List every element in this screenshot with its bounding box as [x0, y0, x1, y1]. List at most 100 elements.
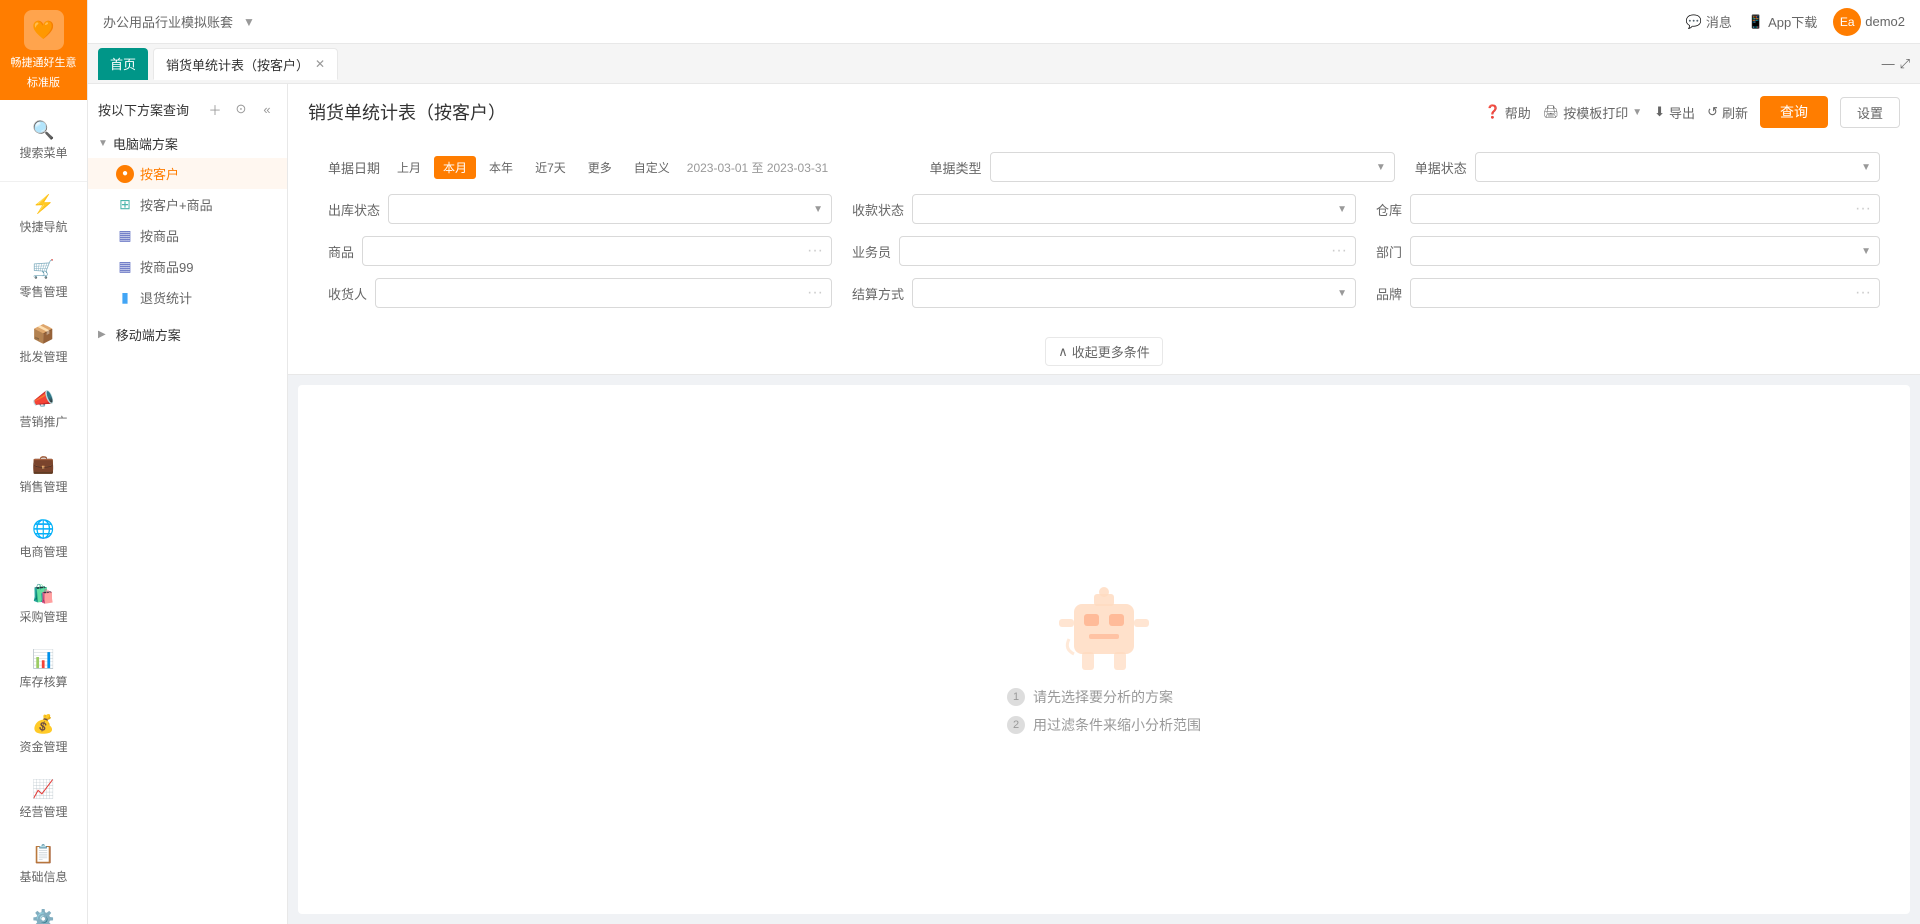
tab-minimize-button[interactable]: — — [1882, 56, 1895, 71]
receipt-status-input[interactable]: ▼ — [912, 194, 1356, 224]
staff-input[interactable]: ··· — [899, 236, 1356, 266]
doc-status-input[interactable]: ▼ — [1475, 152, 1880, 182]
date-tab-7days[interactable]: 近7天 — [526, 156, 575, 179]
date-tab-more[interactable]: 更多 — [579, 156, 621, 179]
receipt-status-filter-field: 收款状态 ▼ — [852, 194, 1356, 224]
app-subtitle: 标准版 — [27, 74, 60, 90]
receiver-input[interactable]: ··· — [375, 278, 832, 308]
doc-type-filter-field: 单据类型 ▼ — [930, 152, 1395, 182]
app-download-label: App下载 — [1768, 12, 1817, 31]
dept-input[interactable]: ▼ — [1410, 236, 1880, 266]
sidebar-item-wholesale[interactable]: 📦 批发管理 — [0, 312, 87, 377]
staff-ellipsis-icon: ··· — [1331, 242, 1347, 260]
sidebar-item-system[interactable]: ⚙️ 系统管理 — [0, 897, 87, 924]
finance-icon: 💰 — [32, 714, 54, 735]
help-label: 帮助 — [1505, 103, 1531, 122]
scheme-item-by-goods[interactable]: ▦ 按商品 — [88, 220, 287, 251]
add-scheme-button[interactable]: ＋ — [205, 99, 225, 119]
date-filter: 上月 本月 本年 近7天 更多 自定义 2023-03-01 至 2023-03… — [388, 156, 910, 179]
scheme-panel-title: 按以下方案查询 — [98, 100, 189, 119]
sidebar-label-operation: 经营管理 — [19, 803, 67, 820]
edit-scheme-button[interactable]: ⊙ — [231, 99, 251, 119]
goods-label: 商品 — [328, 242, 354, 261]
empty-tip-1: 1 请先选择要分析的方案 — [1007, 687, 1201, 707]
report-header: 销货单统计表（按客户） ❓ 帮助 🖨 按模板打印 ▼ ⬇ — [288, 84, 1920, 375]
out-status-input[interactable]: ▼ — [388, 194, 832, 224]
sidebar-label-inventory: 库存核算 — [19, 673, 67, 690]
settings-button[interactable]: 设置 — [1840, 97, 1900, 128]
tab-maximize-button[interactable]: ⤢ — [1900, 56, 1910, 72]
tab-home[interactable]: 首页 — [98, 48, 148, 80]
goods-filter-field: 商品 ··· — [328, 236, 832, 266]
inventory-icon: 📊 — [32, 649, 54, 670]
operation-icon: 📈 — [32, 779, 54, 800]
template-print-button[interactable]: 🖨 按模板打印 ▼ — [1543, 103, 1642, 122]
empty-state: 1 请先选择要分析的方案 2 用过滤条件来缩小分析范围 — [298, 385, 1910, 914]
receiver-ellipsis-icon: ··· — [807, 284, 823, 302]
user-area[interactable]: Ea demo2 — [1833, 8, 1905, 36]
scheme-item-return-stat[interactable]: ▮ 退货统计 — [88, 282, 287, 313]
query-button[interactable]: 查询 — [1760, 96, 1828, 128]
sidebar-item-search[interactable]: 🔍 搜索菜单 — [5, 108, 82, 173]
topbar: 办公用品行业模拟账套 ▼ 💬 消息 📱 App下载 Ea demo2 — [88, 0, 1920, 44]
date-tab-custom[interactable]: 自定义 — [625, 156, 679, 179]
scheme-item-by-customer[interactable]: ● 按客户 — [88, 158, 287, 189]
breadcrumb-arrow-icon: ▼ — [243, 15, 255, 29]
warehouse-ellipsis-icon: ··· — [1855, 200, 1871, 218]
staff-filter-field: 业务员 ··· — [852, 236, 1356, 266]
tab-close-icon[interactable]: ✕ — [315, 57, 325, 71]
date-label: 单据日期 — [328, 158, 380, 177]
sidebar-item-operation[interactable]: 📈 经营管理 — [0, 767, 87, 832]
mobile-group-header[interactable]: ▶ 移动端方案 — [98, 320, 277, 349]
sidebar-label-shortcut: 快捷导航 — [19, 218, 67, 235]
date-tab-last-month[interactable]: 上月 — [388, 156, 430, 179]
sidebar-item-inventory[interactable]: 📊 库存核算 — [0, 637, 87, 702]
scheme-item-customer-goods[interactable]: ⊞ 按客户+商品 — [88, 189, 287, 220]
goods-input[interactable]: ··· — [362, 236, 832, 266]
sidebar-item-sales[interactable]: 💼 销售管理 — [0, 442, 87, 507]
sidebar-label-retail: 零售管理 — [19, 283, 67, 300]
download-icon: 📱 — [1748, 14, 1764, 30]
doc-status-label: 单据状态 — [1415, 158, 1467, 177]
more-conditions-area: ∧ 收起更多条件 — [308, 332, 1900, 374]
settle-method-input[interactable]: ▼ — [912, 278, 1356, 308]
warehouse-input[interactable]: ··· — [1410, 194, 1880, 224]
date-tab-this-month[interactable]: 本月 — [434, 156, 476, 179]
out-status-filter-field: 出库状态 ▼ — [328, 194, 832, 224]
username: demo2 — [1865, 14, 1905, 29]
sales-stat-tab-label: 销货单统计表（按客户） — [166, 55, 309, 74]
table-icon: ▦ — [116, 227, 134, 245]
filter-area: 单据日期 上月 本月 本年 近7天 更多 自定义 20 — [308, 140, 1900, 332]
sidebar-nav: ⚡ 快捷导航 🛒 零售管理 📦 批发管理 📣 营销推广 💼 销售管理 🌐 电商管… — [0, 182, 87, 924]
date-tab-this-year[interactable]: 本年 — [480, 156, 522, 179]
desktop-group-header[interactable]: ▼ 电脑端方案 — [88, 129, 287, 158]
sidebar-item-marketing[interactable]: 📣 营销推广 — [0, 377, 87, 442]
doc-type-input[interactable]: ▼ — [990, 152, 1395, 182]
refresh-button[interactable]: ↺ 刷新 — [1707, 103, 1748, 122]
doc-type-dropdown-icon: ▼ — [1376, 162, 1386, 173]
marketing-icon: 📣 — [32, 389, 54, 410]
collapse-scheme-button[interactable]: « — [257, 99, 277, 119]
sidebar-item-ecom[interactable]: 🌐 电商管理 — [0, 507, 87, 572]
home-tab-label: 首页 — [110, 54, 136, 73]
message-button[interactable]: 💬 消息 — [1686, 12, 1732, 31]
sidebar-item-basic[interactable]: 📋 基础信息 — [0, 832, 87, 897]
sidebar-item-finance[interactable]: 💰 资金管理 — [0, 702, 87, 767]
app-download-button[interactable]: 📱 App下载 — [1748, 12, 1817, 31]
tab-sales-stat[interactable]: 销货单统计表（按客户） ✕ — [153, 48, 338, 80]
brand-input[interactable]: ··· — [1410, 278, 1880, 308]
sidebar-item-shortcut[interactable]: ⚡ 快捷导航 — [0, 182, 87, 247]
export-button[interactable]: ⬇ 导出 — [1654, 103, 1695, 122]
report-title-row: 销货单统计表（按客户） ❓ 帮助 🖨 按模板打印 ▼ ⬇ — [308, 96, 1900, 128]
purchase-icon: 🛍️ — [32, 584, 54, 605]
page-content: 按以下方案查询 ＋ ⊙ « ▼ 电脑端方案 ● 按客户 ⊞ 按客户 — [88, 84, 1920, 924]
warehouse-label: 仓库 — [1376, 200, 1402, 219]
sidebar-item-purchase[interactable]: 🛍️ 采购管理 — [0, 572, 87, 637]
logo-icon: 🧡 — [24, 10, 64, 50]
help-button[interactable]: ❓ 帮助 — [1485, 103, 1531, 122]
collapse-conditions-button[interactable]: ∧ 收起更多条件 — [1045, 337, 1163, 366]
sidebar-item-retail[interactable]: 🛒 零售管理 — [0, 247, 87, 312]
out-status-dropdown-icon: ▼ — [813, 204, 823, 215]
scheme-item-by-goods-99[interactable]: ▦ 按商品99 — [88, 251, 287, 282]
sidebar-label-purchase: 采购管理 — [19, 608, 67, 625]
